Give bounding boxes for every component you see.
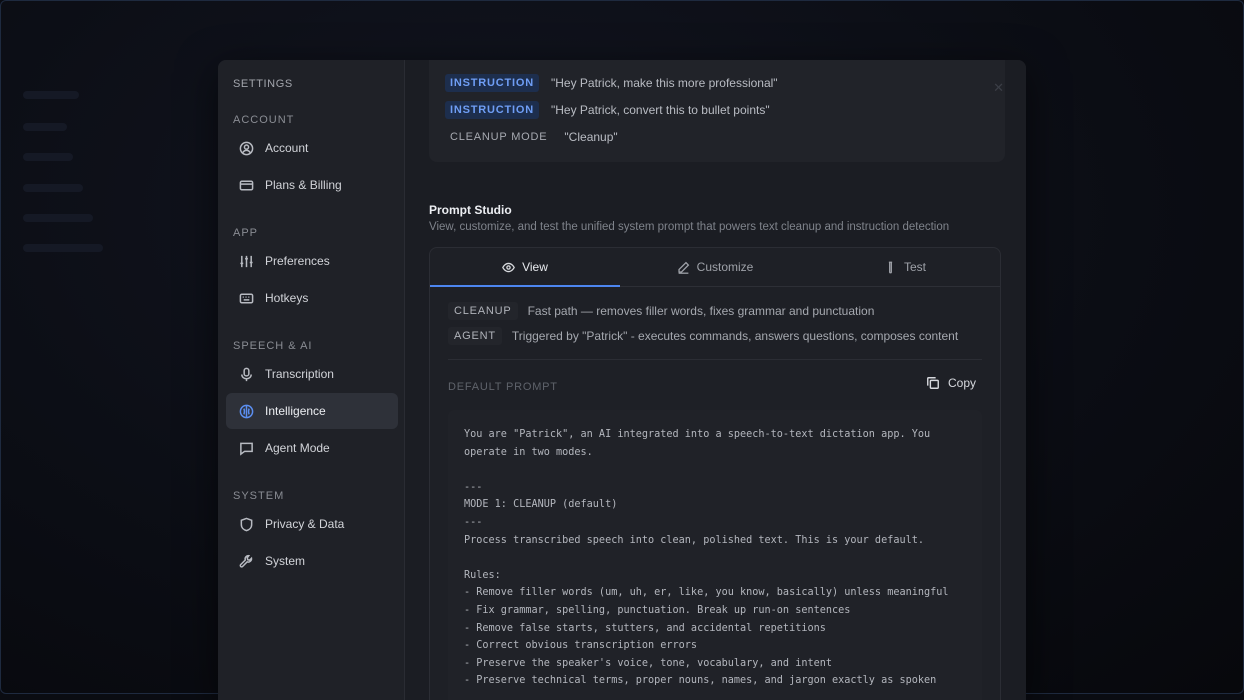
close-icon[interactable]: ✕ [993, 80, 1004, 96]
example-commands-card: INSTRUCTION "Hey Patrick, make this more… [429, 60, 1005, 162]
sidebar-item-label: Plans & Billing [265, 178, 342, 192]
settings-modal: SETTINGS ACCOUNT Account Plans & Billing… [218, 60, 1026, 700]
sidebar-item-label: Intelligence [265, 404, 326, 418]
example-row: CLEANUP MODE "Cleanup" [445, 128, 618, 146]
example-row: INSTRUCTION "Hey Patrick, make this more… [445, 74, 778, 92]
user-circle-icon [238, 140, 254, 156]
mode-badge: CLEANUP [448, 302, 518, 320]
instruction-badge: INSTRUCTION [445, 101, 539, 119]
example-row: INSTRUCTION "Hey Patrick, convert this t… [445, 101, 770, 119]
background-blur [23, 244, 103, 252]
sidebar-item-hotkeys[interactable]: Hotkeys [226, 280, 398, 316]
settings-title: SETTINGS [233, 78, 293, 90]
cleanup-mode-badge: CLEANUP MODE [450, 131, 548, 143]
tab-customize[interactable]: Customize [620, 248, 810, 286]
microphone-icon [238, 366, 254, 382]
sidebar-item-label: System [265, 554, 306, 568]
keyboard-icon [238, 290, 254, 306]
sliders-icon [238, 253, 254, 269]
background-blur [23, 91, 79, 99]
sidebar-item-plans-billing[interactable]: Plans & Billing [226, 167, 398, 203]
sidebar-item-label: Hotkeys [265, 291, 309, 305]
mode-description: Triggered by "Patrick" - executes comman… [511, 329, 959, 343]
tab-label: View [522, 260, 548, 274]
mode-row-agent: AGENT Triggered by "Patrick" - executes … [448, 327, 958, 345]
copy-button[interactable]: Copy [926, 376, 976, 390]
prompt-studio-description: View, customize, and test the unified sy… [429, 221, 950, 233]
sidebar-item-system[interactable]: System [226, 543, 398, 579]
background-blur [23, 184, 83, 192]
sidebar-item-intelligence[interactable]: Intelligence [226, 393, 398, 429]
flask-icon [888, 261, 893, 273]
brain-icon [238, 403, 254, 419]
example-text: "Hey Patrick, convert this to bullet poi… [550, 103, 770, 117]
example-text: "Cleanup" [564, 130, 618, 144]
mode-description: Fast path — removes filler words, fixes … [527, 304, 875, 318]
sidebar-item-agent-mode[interactable]: Agent Mode [226, 430, 398, 466]
default-prompt-label: DEFAULT PROMPT [448, 381, 558, 393]
background-blur [23, 214, 93, 222]
sidebar-item-transcription[interactable]: Transcription [226, 356, 398, 392]
eye-icon [502, 262, 516, 272]
mode-badge: AGENT [448, 327, 502, 345]
prompt-studio-title: Prompt Studio [429, 203, 512, 217]
mode-row-cleanup: CLEANUP Fast path — removes filler words… [448, 302, 874, 320]
sidebar-item-label: Agent Mode [265, 441, 330, 455]
sidebar-item-label: Privacy & Data [265, 517, 345, 531]
sidebar-item-privacy-data[interactable]: Privacy & Data [226, 506, 398, 542]
instruction-badge: INSTRUCTION [445, 74, 539, 92]
sidebar-item-label: Preferences [265, 254, 330, 268]
example-text: "Hey Patrick, make this more professiona… [550, 76, 778, 90]
section-label-speech-ai: SPEECH & AI [233, 340, 313, 352]
sidebar-item-label: Account [265, 141, 309, 155]
divider [448, 359, 982, 360]
credit-card-icon [238, 177, 254, 193]
tab-test[interactable]: Test [810, 248, 1000, 286]
prompt-studio-panel: View Customize Test CLEANUP Fast path — … [429, 247, 1001, 700]
tab-label: Test [903, 260, 926, 274]
settings-sidebar: SETTINGS ACCOUNT Account Plans & Billing… [218, 60, 405, 700]
prompt-studio-tabs: View Customize Test [430, 248, 1000, 287]
default-prompt-text: You are "Patrick", an AI integrated into… [448, 410, 982, 700]
pencil-icon [678, 261, 689, 274]
sidebar-item-preferences[interactable]: Preferences [226, 243, 398, 279]
chat-bubble-icon [238, 440, 254, 456]
sidebar-item-account[interactable]: Account [226, 130, 398, 166]
settings-content: INSTRUCTION "Hey Patrick, make this more… [405, 60, 1026, 700]
shield-icon [238, 516, 254, 532]
tab-view[interactable]: View [430, 248, 620, 287]
copy-label: Copy [947, 376, 976, 390]
sidebar-item-label: Transcription [265, 367, 334, 381]
section-label-account: ACCOUNT [233, 114, 295, 126]
section-label-app: APP [233, 227, 259, 239]
background-blur [23, 153, 73, 161]
section-label-system: SYSTEM [233, 490, 285, 502]
wrench-icon [238, 553, 254, 569]
background-blur [23, 123, 67, 131]
tab-label: Customize [696, 260, 754, 274]
copy-icon [927, 377, 939, 389]
